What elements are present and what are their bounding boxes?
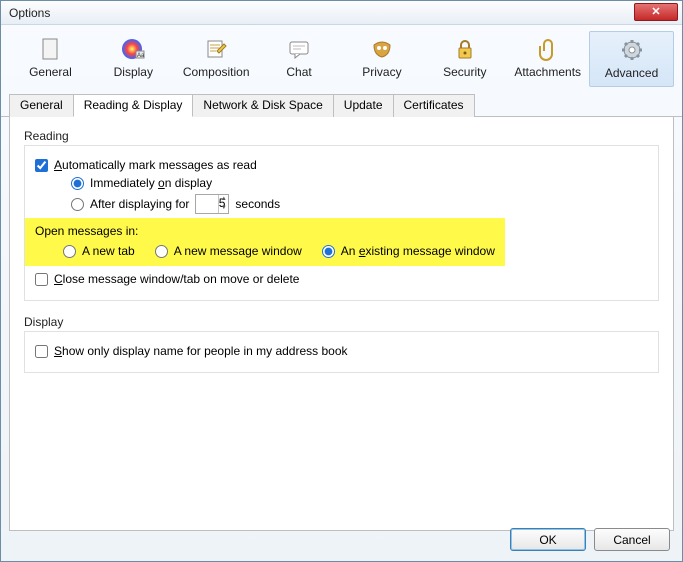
- mask-icon: [341, 35, 424, 63]
- close-on-move-checkbox[interactable]: [35, 273, 48, 286]
- toolbar-advanced[interactable]: Advanced: [589, 31, 674, 87]
- toolbar-privacy[interactable]: Privacy: [341, 31, 424, 87]
- group-display: Show only display name for people in my …: [24, 331, 659, 373]
- palette-icon: Aa: [92, 35, 175, 63]
- toolbar-security[interactable]: Security: [423, 31, 506, 87]
- close-button[interactable]: ✕: [634, 3, 678, 21]
- open-new-window-row: A new message window: [155, 244, 302, 258]
- showonly-label: Show only display name for people in my …: [54, 344, 348, 358]
- open-new-tab-row: A new tab: [63, 244, 135, 258]
- category-toolbar: General Aa Display Composition Chat Priv…: [1, 25, 682, 89]
- automark-checkbox[interactable]: [35, 159, 48, 172]
- open-new-tab-radio[interactable]: [63, 245, 76, 258]
- mode-after-label-after: seconds: [235, 197, 280, 211]
- mode-after-radio[interactable]: [71, 198, 84, 211]
- mode-immediate-label: Immediately on display: [90, 176, 212, 190]
- toolbar-label: Security: [423, 65, 506, 79]
- toolbar-label: Display: [92, 65, 175, 79]
- automark-label: Automatically mark messages as read: [54, 158, 257, 172]
- mode-immediate-row: Immediately on display: [35, 176, 648, 190]
- subtab-general[interactable]: General: [9, 94, 74, 117]
- svg-text:Aa: Aa: [137, 53, 145, 59]
- toolbar-label: Composition: [175, 65, 258, 79]
- open-messages-options: A new tab A new message window An existi…: [35, 244, 495, 258]
- subtab-bar: General Reading & Display Network & Disk…: [1, 93, 682, 117]
- open-messages-label: Open messages in:: [35, 224, 495, 238]
- toolbar-label: General: [9, 65, 92, 79]
- options-window: Options ✕ General Aa Display Composition: [0, 0, 683, 562]
- close-on-move-label: Close message window/tab on move or dele…: [54, 272, 299, 286]
- showonly-checkbox[interactable]: [35, 345, 48, 358]
- open-new-window-radio[interactable]: [155, 245, 168, 258]
- group-reading-label: Reading: [24, 129, 659, 143]
- titlebar: Options ✕: [1, 1, 682, 25]
- settings-panel: Reading Automatically mark messages as r…: [9, 117, 674, 531]
- subtab-network-disk[interactable]: Network & Disk Space: [192, 94, 333, 117]
- toolbar-label: Attachments: [506, 65, 589, 79]
- showonly-row: Show only display name for people in my …: [35, 344, 648, 358]
- page-icon: [9, 35, 92, 63]
- toolbar-general[interactable]: General: [9, 31, 92, 87]
- chat-icon: [258, 35, 341, 63]
- dialog-footer: OK Cancel: [510, 528, 670, 551]
- mode-after-row: After displaying for 5 ▲▼ seconds: [35, 194, 648, 214]
- toolbar-label: Privacy: [341, 65, 424, 79]
- group-reading: Automatically mark messages as read Imme…: [24, 145, 659, 301]
- lock-icon: [423, 35, 506, 63]
- toolbar-display[interactable]: Aa Display: [92, 31, 175, 87]
- toolbar-attachments[interactable]: Attachments: [506, 31, 589, 87]
- toolbar-composition[interactable]: Composition: [175, 31, 258, 87]
- close-on-move-row: Close message window/tab on move or dele…: [35, 272, 648, 286]
- edit-icon: [175, 35, 258, 63]
- mode-after-label-before: After displaying for: [90, 197, 189, 211]
- clip-icon: [506, 35, 589, 63]
- open-existing-window-row: An existing message window: [322, 244, 495, 258]
- toolbar-label: Chat: [258, 65, 341, 79]
- mode-immediate-radio[interactable]: [71, 177, 84, 190]
- subtab-certificates[interactable]: Certificates: [393, 94, 475, 117]
- after-seconds-input[interactable]: 5 ▲▼: [195, 194, 229, 214]
- close-icon: ✕: [651, 5, 660, 18]
- subtab-update[interactable]: Update: [333, 94, 394, 117]
- group-display-label: Display: [24, 315, 659, 329]
- ok-button[interactable]: OK: [510, 528, 586, 551]
- open-new-window-label: A new message window: [174, 244, 302, 258]
- open-messages-highlight: Open messages in: A new tab A new messag…: [25, 218, 505, 266]
- open-existing-window-label: An existing message window: [341, 244, 495, 258]
- open-new-tab-label: A new tab: [82, 244, 135, 258]
- gear-icon: [590, 36, 673, 64]
- spinner-arrows-icon[interactable]: ▲▼: [218, 195, 228, 213]
- window-title: Options: [9, 6, 634, 20]
- automark-row: Automatically mark messages as read: [35, 158, 648, 172]
- open-existing-window-radio[interactable]: [322, 245, 335, 258]
- subtab-reading-display[interactable]: Reading & Display: [73, 94, 194, 117]
- cancel-button[interactable]: Cancel: [594, 528, 670, 551]
- toolbar-label: Advanced: [590, 66, 673, 80]
- toolbar-chat[interactable]: Chat: [258, 31, 341, 87]
